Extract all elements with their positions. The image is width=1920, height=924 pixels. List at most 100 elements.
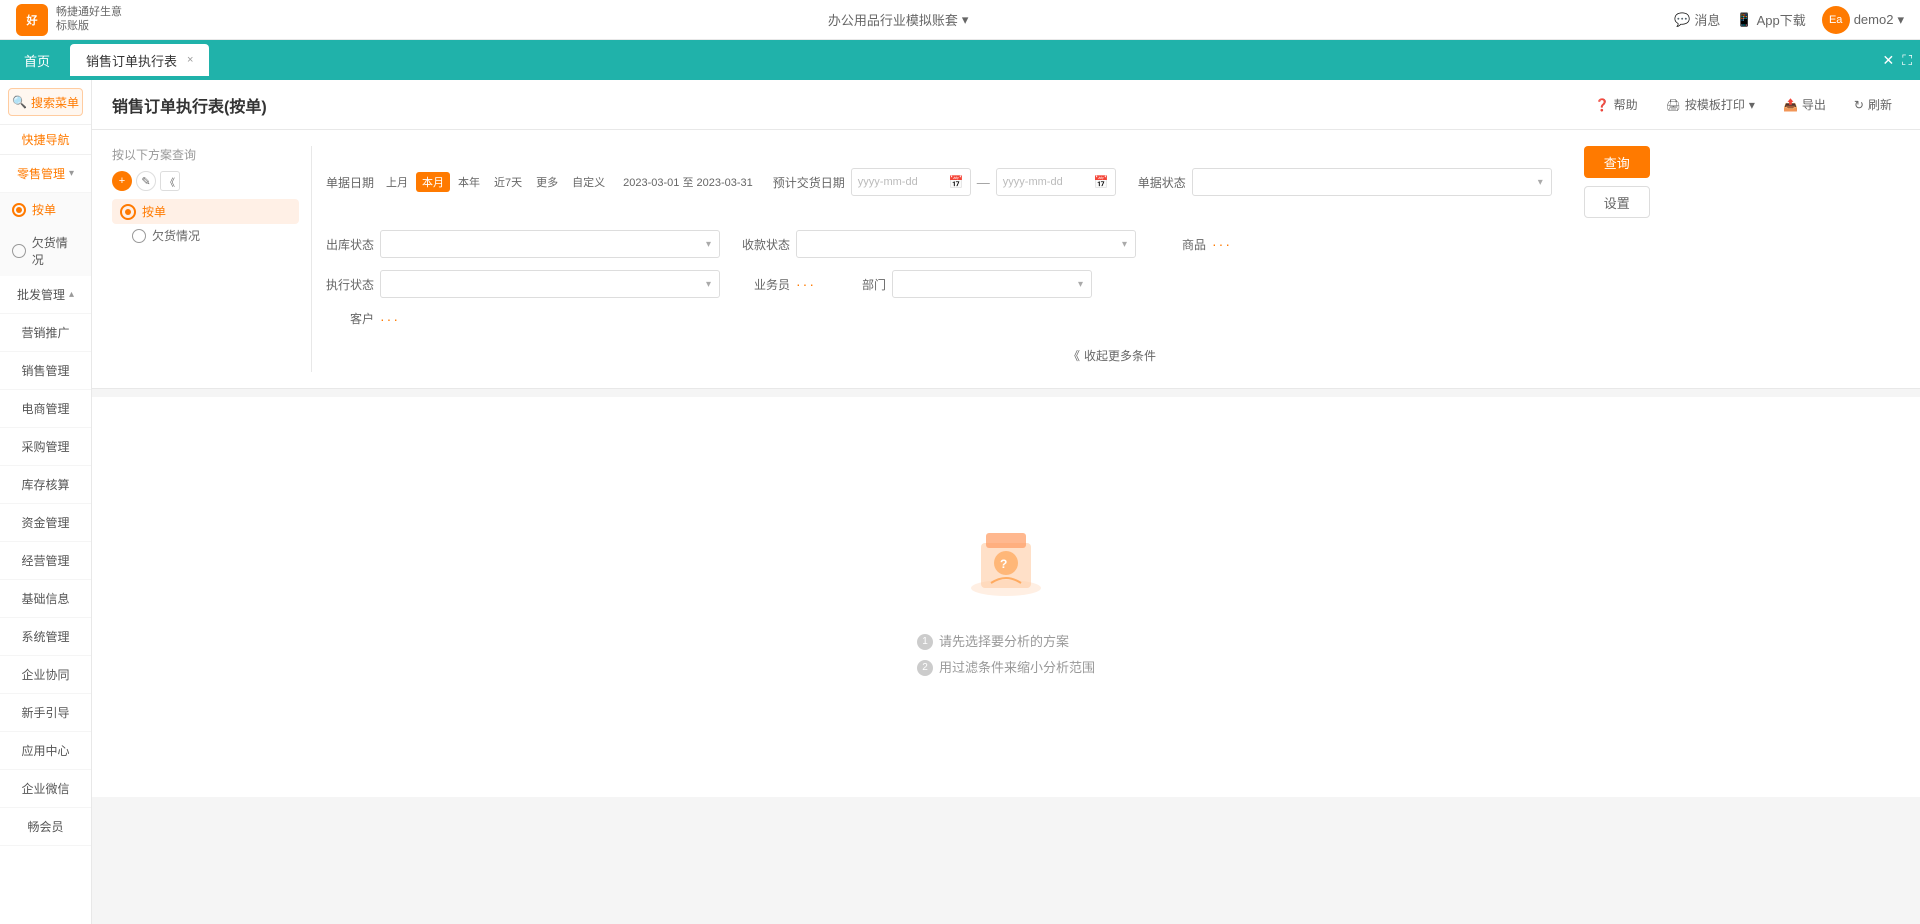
refresh-button[interactable]: ↻ 刷新 xyxy=(1846,92,1900,117)
collapse-sidebar-button[interactable]: 《 xyxy=(160,171,180,191)
date-tab-thisyear[interactable]: 本年 xyxy=(452,172,486,192)
quick-nav-button[interactable]: 快捷导航 xyxy=(0,125,91,155)
delivery-status-select[interactable]: ▾ xyxy=(380,230,720,258)
sidebar-item-purchase[interactable]: 采购管理 xyxy=(0,428,91,466)
filter-row-3: 执行状态 ▾ 业务员 ··· 部门 xyxy=(324,270,1900,298)
expected-date-label: 预计交货日期 xyxy=(773,174,845,191)
plan-title: 按以下方案查询 xyxy=(112,146,299,163)
sidebar-item-ecommerce[interactable]: 电商管理 xyxy=(0,390,91,428)
edit-plan-button[interactable]: ✎ xyxy=(136,171,156,191)
content-area: 销售订单执行表(按单) ❓ 帮助 🖨 按模板打印 ▾ 📤 导出 ↻ 刷新 xyxy=(92,80,1920,924)
add-plan-button[interactable]: + xyxy=(112,171,132,191)
date-range-display: 2023-03-01 至 2023-03-31 xyxy=(623,174,753,190)
salesperson-select-btn[interactable]: ··· xyxy=(796,276,816,292)
customer-select-btn[interactable]: ··· xyxy=(380,311,400,327)
filter-row-1: 单据日期 上月 本月 本年 近7天 更多 自定义 2023-03-01 至 20… xyxy=(324,146,1900,218)
avatar: Ea xyxy=(1822,6,1850,34)
sidebar-item-onboarding[interactable]: 新手引导 xyxy=(0,694,91,732)
customer-label: 客户 xyxy=(324,310,374,327)
sidebar-item-appstore[interactable]: 应用中心 xyxy=(0,732,91,770)
plan-item-backorder[interactable]: 欠货情况 xyxy=(112,224,299,247)
sidebar-item-member[interactable]: 畅会员 xyxy=(0,808,91,846)
chevron-down-icon: ▾ xyxy=(1078,279,1083,290)
sidebar-subitem-byorder[interactable]: 按单 xyxy=(0,193,91,226)
sidebar-item-finance[interactable]: 资金管理 xyxy=(0,504,91,542)
date-tabs: 上月 本月 本年 近7天 更多 自定义 xyxy=(380,172,611,192)
plan-item-byorder[interactable]: 按单 xyxy=(112,199,299,224)
tabbar: 首页 销售订单执行表 × ✕ ⛶ xyxy=(0,40,1920,80)
sidebar-item-base[interactable]: 基础信息 xyxy=(0,580,91,618)
chevron-down-icon: ▾ xyxy=(706,239,711,250)
collapse-more-btn[interactable]: 《 收起更多条件 xyxy=(324,339,1900,372)
logo-text: 畅捷通好生意标账版 xyxy=(56,6,122,32)
date-tab-lastmonth[interactable]: 上月 xyxy=(380,172,414,192)
sidebar-item-system[interactable]: 系统管理 xyxy=(0,618,91,656)
empty-hint-2: 2 用过滤条件来缩小分析范围 xyxy=(917,655,1095,681)
sidebar-item-inventory[interactable]: 库存核算 xyxy=(0,466,91,504)
order-status-select[interactable]: ▾ xyxy=(1192,168,1552,196)
delivery-status-label: 出库状态 xyxy=(324,236,374,253)
logo-icon: 好 xyxy=(16,4,48,36)
circle-icon xyxy=(120,204,136,220)
svg-text:?: ? xyxy=(1000,557,1007,571)
sidebar-sub-retail: 按单 欠货情况 xyxy=(0,193,91,276)
settings-button[interactable]: 设置 xyxy=(1584,186,1650,218)
empty-hint-1: 1 请先选择要分析的方案 xyxy=(917,629,1095,655)
dept-item: 部门 ▾ xyxy=(836,270,1092,298)
date-tab-thismonth[interactable]: 本月 xyxy=(416,172,450,192)
payment-status-item: 收款状态 ▾ xyxy=(740,230,1136,258)
goods-label: 商品 xyxy=(1156,236,1206,253)
tab-sales-execution[interactable]: 销售订单执行表 × xyxy=(70,44,209,76)
print-button[interactable]: 🖨 按模板打印 ▾ xyxy=(1658,92,1763,117)
order-status-label: 单据状态 xyxy=(1136,174,1186,191)
order-status-filter-item: 单据状态 ▾ xyxy=(1136,168,1552,196)
main-layout: 🔍 搜索菜单 快捷导航 零售管理 ▾ 按单 欠货情况 批发管理 ▴ xyxy=(0,80,1920,924)
message-btn[interactable]: 💬 消息 xyxy=(1674,10,1720,29)
sidebar-item-retail[interactable]: 零售管理 ▾ xyxy=(0,155,91,193)
tab-home[interactable]: 首页 xyxy=(8,44,66,76)
date-label: 单据日期 xyxy=(324,174,374,191)
date-tab-more[interactable]: 更多 xyxy=(530,172,564,192)
page-header: 销售订单执行表(按单) ❓ 帮助 🖨 按模板打印 ▾ 📤 导出 ↻ 刷新 xyxy=(92,80,1920,130)
company-selector[interactable]: 办公用品行业模拟账套 ▾ xyxy=(828,10,969,29)
expected-date-start-input[interactable]: yyyy-mm-dd 📅 xyxy=(851,168,971,196)
exec-status-select[interactable]: ▾ xyxy=(380,270,720,298)
plan-actions: + ✎ 《 xyxy=(112,171,299,191)
payment-status-select[interactable]: ▾ xyxy=(796,230,1136,258)
tab-close-icon[interactable]: × xyxy=(187,54,193,66)
sidebar-subitem-backorder[interactable]: 欠货情况 xyxy=(0,226,91,276)
delivery-status-item: 出库状态 ▾ xyxy=(324,230,720,258)
exec-status-label: 执行状态 xyxy=(324,276,374,293)
salesperson-item: 业务员 ··· xyxy=(740,276,816,293)
sidebar-item-enterprise[interactable]: 企业协同 xyxy=(0,656,91,694)
company-name: 办公用品行业模拟账套 xyxy=(828,10,958,29)
sidebar-item-wholesale[interactable]: 批发管理 ▴ xyxy=(0,276,91,314)
sidebar-item-wechat[interactable]: 企业微信 xyxy=(0,770,91,808)
page-actions: ❓ 帮助 🖨 按模板打印 ▾ 📤 导出 ↻ 刷新 xyxy=(1587,92,1900,117)
filter-row-4: 客户 ··· xyxy=(324,310,1900,327)
close-icon[interactable]: ✕ xyxy=(1882,52,1894,69)
retail-label: 零售管理 xyxy=(17,165,65,182)
search-menu-button[interactable]: 🔍 搜索菜单 xyxy=(8,88,83,116)
query-button[interactable]: 查询 xyxy=(1584,146,1650,178)
page-title: 销售订单执行表(按单) xyxy=(112,93,267,117)
export-button[interactable]: 📤 导出 xyxy=(1775,92,1834,117)
dot-icon xyxy=(12,203,26,217)
expand-icon[interactable]: ⛶ xyxy=(1902,52,1912,69)
dept-select[interactable]: ▾ xyxy=(892,270,1092,298)
expected-date-end-input[interactable]: yyyy-mm-dd 📅 xyxy=(996,168,1116,196)
chevron-down-icon: ▾ xyxy=(706,279,711,290)
sidebar-item-sales[interactable]: 销售管理 xyxy=(0,352,91,390)
refresh-icon: ↻ xyxy=(1854,98,1864,112)
sidebar-item-ops[interactable]: 经营管理 xyxy=(0,542,91,580)
date-tab-7days[interactable]: 近7天 xyxy=(488,172,528,192)
help-button[interactable]: ❓ 帮助 xyxy=(1587,92,1646,117)
sidebar-item-marketing[interactable]: 营销推广 xyxy=(0,314,91,352)
user-menu[interactable]: Ea demo2 ▾ xyxy=(1822,6,1904,34)
date-tab-custom[interactable]: 自定义 xyxy=(566,172,611,192)
goods-select-btn[interactable]: ··· xyxy=(1212,236,1232,252)
app-download-btn[interactable]: 📱 App下载 xyxy=(1736,10,1805,29)
phone-icon: 📱 xyxy=(1736,12,1752,28)
sidebar-search-section: 🔍 搜索菜单 xyxy=(0,80,91,125)
payment-status-label: 收款状态 xyxy=(740,236,790,253)
